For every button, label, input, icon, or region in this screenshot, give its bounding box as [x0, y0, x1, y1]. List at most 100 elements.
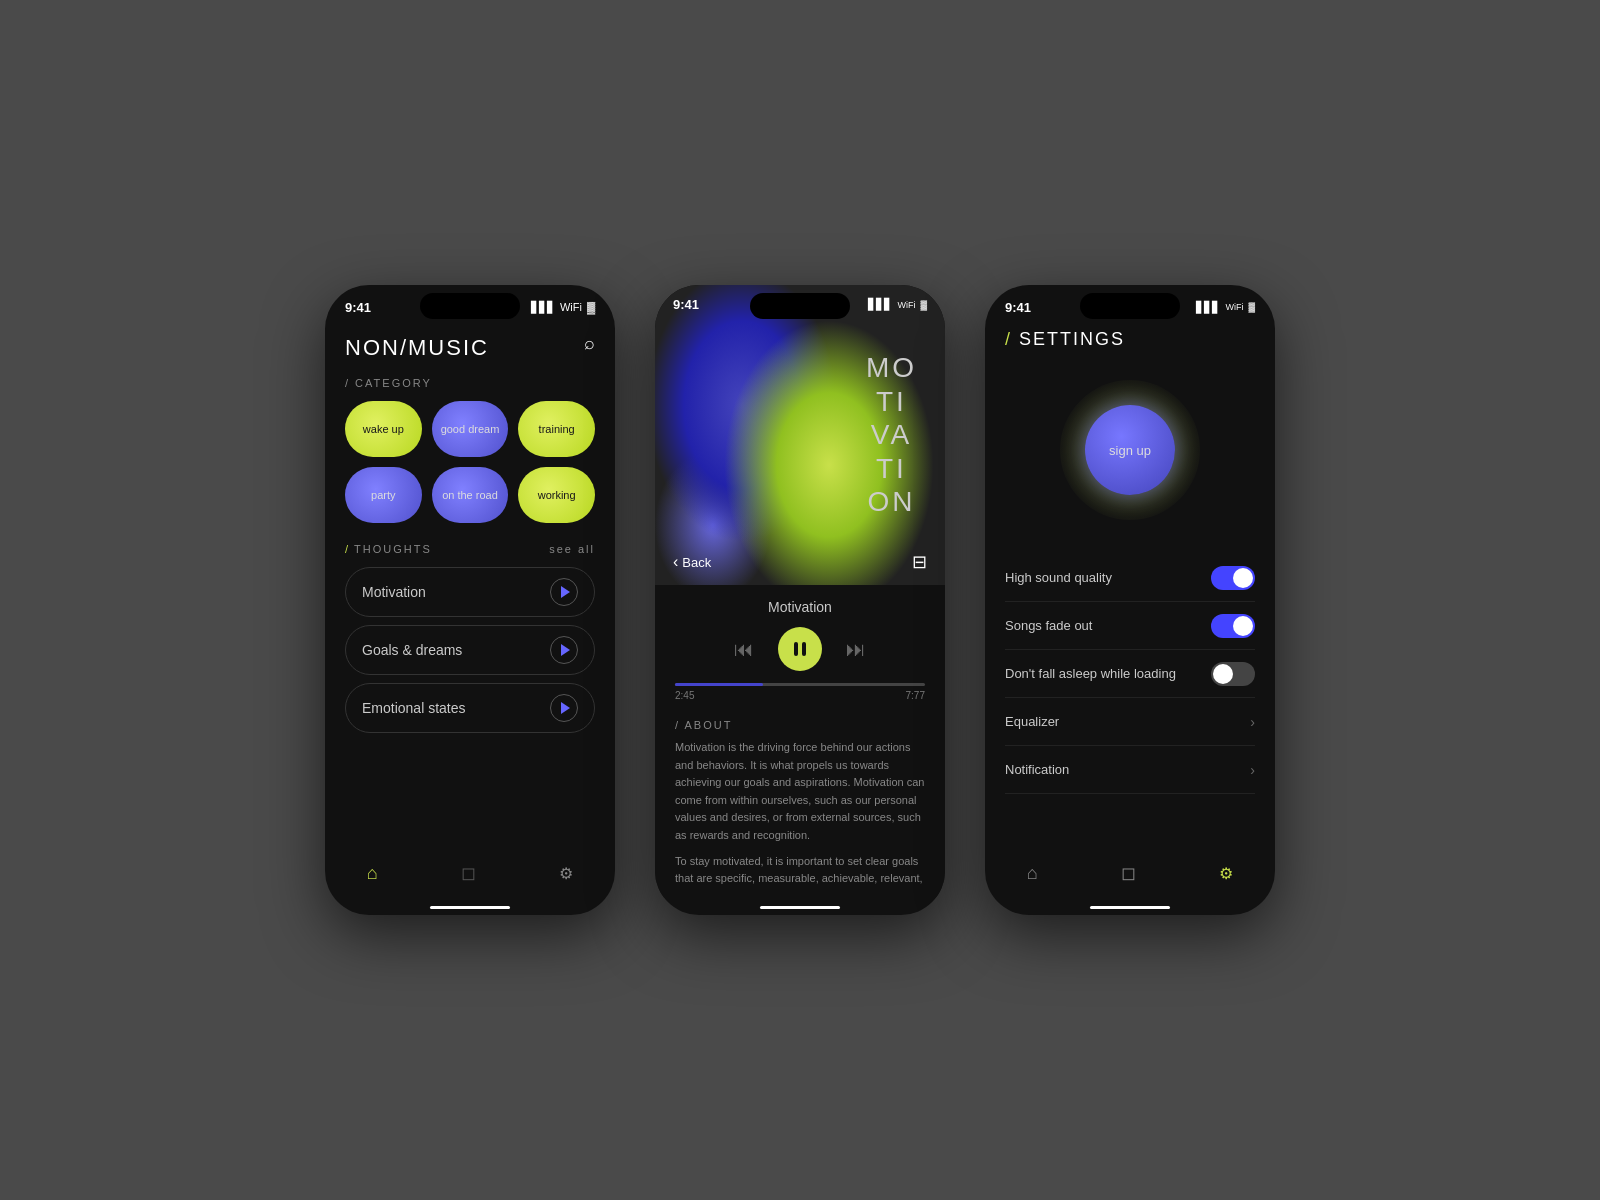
training-label: training [539, 423, 575, 435]
battery-icon-2: ▓ [920, 300, 927, 310]
category-grid: wake up good dream training party on the… [345, 401, 595, 523]
nav-bookmark-1[interactable]: ◻ [461, 862, 476, 884]
status-bar-3: 9:41 ▋▋▋ WiFi ▓ [985, 285, 1275, 321]
playback-controls: ⏮ ⏭ [675, 627, 925, 671]
status-time-1: 9:41 [345, 300, 371, 315]
bookmark-icon-nav-3: ◻ [1121, 862, 1136, 884]
sign-up-button[interactable]: sign up [1085, 405, 1175, 495]
search-icon[interactable]: ⌕ [584, 333, 595, 354]
equalizer-icon-3: ⚙ [1219, 864, 1233, 883]
party-label: party [371, 489, 395, 501]
home-indicator-2 [760, 906, 840, 909]
settings-content: / SETTINGS sign up High sound quality So… [985, 329, 1275, 794]
thoughts-section-label: /THOUGHTS see all [345, 543, 595, 555]
phone-settings: 9:41 ▋▋▋ WiFi ▓ / SETTINGS sign up High … [985, 285, 1275, 915]
equalizer-label: Equalizer [1005, 714, 1059, 729]
see-all-link[interactable]: see all [549, 543, 595, 555]
setting-songs-fade[interactable]: Songs fade out [1005, 602, 1255, 650]
signal-icon-2: ▋▋▋ [868, 298, 892, 311]
songs-fade-toggle[interactable] [1211, 614, 1255, 638]
battery-icon-1: ▓ [587, 301, 595, 313]
player-controls-section: Motivation ⏮ ⏭ 2:45 7:77 [655, 585, 945, 719]
phone-player: 9:41 ▋▋▋ WiFi ▓ ‹ Back ⊟ MOTIVATION Moti… [655, 285, 945, 915]
play-motivation-button[interactable] [550, 578, 578, 606]
prev-button[interactable]: ⏮ [734, 638, 754, 661]
category-party[interactable]: party [345, 467, 422, 523]
status-icons-2: ▋▋▋ WiFi ▓ [868, 298, 927, 311]
nav-eq-1[interactable]: ⚙ [559, 864, 573, 883]
status-time-3: 9:41 [1005, 300, 1031, 315]
about-section: / ABOUT Motivation is the driving force … [655, 719, 945, 898]
track-title-vertical: MOTIVATION [866, 351, 917, 519]
home-indicator-1 [430, 906, 510, 909]
wifi-icon-3: WiFi [1225, 302, 1243, 312]
track-name: Motivation [675, 599, 925, 615]
time-current: 2:45 [675, 690, 694, 701]
status-bar-1: 9:41 ▋▋▋ WiFi ▓ [325, 285, 615, 321]
time-total: 7:77 [906, 690, 925, 701]
next-button[interactable]: ⏭ [846, 638, 866, 661]
category-section-label: / CATEGORY [345, 377, 595, 389]
category-working[interactable]: working [518, 467, 595, 523]
pause-bar-1 [794, 642, 798, 656]
setting-dont-sleep[interactable]: Don't fall asleep while loading [1005, 650, 1255, 698]
signal-icon-1: ▋▋▋ [531, 301, 555, 314]
high-sound-knob [1233, 568, 1253, 588]
settings-title: / SETTINGS [1005, 329, 1255, 350]
category-on-the-road[interactable]: on the road [432, 467, 509, 523]
signal-icon-3: ▋▋▋ [1196, 301, 1220, 314]
setting-equalizer[interactable]: Equalizer › [1005, 698, 1255, 746]
progress-fill [675, 683, 763, 686]
thought-emotional[interactable]: Emotional states [345, 683, 595, 733]
player-artwork: 9:41 ▋▋▋ WiFi ▓ ‹ Back ⊟ MOTIVATION [655, 285, 945, 585]
wifi-icon-2: WiFi [897, 300, 915, 310]
setting-high-sound[interactable]: High sound quality [1005, 554, 1255, 602]
wake-up-label: wake up [363, 423, 404, 435]
pause-bar-2 [802, 642, 806, 656]
sign-up-label: sign up [1109, 443, 1151, 458]
working-label: working [538, 489, 576, 501]
home-indicator-3 [1090, 906, 1170, 909]
pause-button[interactable] [778, 627, 822, 671]
setting-notification[interactable]: Notification › [1005, 746, 1255, 794]
pause-icon [794, 642, 806, 656]
bookmark-icon-player[interactable]: ⊟ [912, 551, 927, 573]
songs-fade-label: Songs fade out [1005, 618, 1092, 633]
thought-emotional-label: Emotional states [362, 700, 466, 716]
progress-bar[interactable] [675, 683, 925, 686]
status-icons-3: ▋▋▋ WiFi ▓ [1196, 301, 1255, 314]
thoughts-label-text: THOUGHTS [354, 543, 432, 555]
nav-eq-3[interactable]: ⚙ [1219, 864, 1233, 883]
home-icon-1: ⌂ [367, 863, 378, 884]
play-triangle-icon-3 [561, 702, 570, 714]
home-icon-3: ⌂ [1027, 863, 1038, 884]
player-header: 9:41 ▋▋▋ WiFi ▓ [655, 285, 945, 324]
category-training[interactable]: training [518, 401, 595, 457]
bottom-nav-3: ⌂ ◻ ⚙ [985, 845, 1275, 915]
wifi-icon-1: WiFi [560, 301, 582, 313]
bookmark-icon-nav-1: ◻ [461, 862, 476, 884]
play-emotional-button[interactable] [550, 694, 578, 722]
about-label: / ABOUT [675, 719, 925, 731]
progress-times: 2:45 7:77 [675, 690, 925, 701]
app-title: NON/MUSIC [345, 335, 489, 361]
thought-motivation[interactable]: Motivation [345, 567, 595, 617]
category-good-dream[interactable]: good dream [432, 401, 509, 457]
thought-goals[interactable]: Goals & dreams [345, 625, 595, 675]
thought-goals-label: Goals & dreams [362, 642, 462, 658]
home-content: NON/MUSIC ⌕ / CATEGORY wake up good drea… [325, 327, 615, 733]
back-button[interactable]: ‹ Back [673, 553, 711, 571]
play-triangle-icon [561, 586, 570, 598]
dont-sleep-toggle[interactable] [1211, 662, 1255, 686]
play-goals-button[interactable] [550, 636, 578, 664]
bottom-nav-1: ⌂ ◻ ⚙ [325, 845, 615, 915]
nav-home-3[interactable]: ⌂ [1027, 863, 1038, 884]
progress-container: 2:45 7:77 [675, 683, 925, 701]
sign-up-circle-container: sign up [1005, 370, 1255, 530]
nav-bookmark-3[interactable]: ◻ [1121, 862, 1136, 884]
category-wake-up[interactable]: wake up [345, 401, 422, 457]
high-sound-toggle[interactable] [1211, 566, 1255, 590]
nav-home-1[interactable]: ⌂ [367, 863, 378, 884]
dont-sleep-knob [1213, 664, 1233, 684]
thought-motivation-label: Motivation [362, 584, 426, 600]
